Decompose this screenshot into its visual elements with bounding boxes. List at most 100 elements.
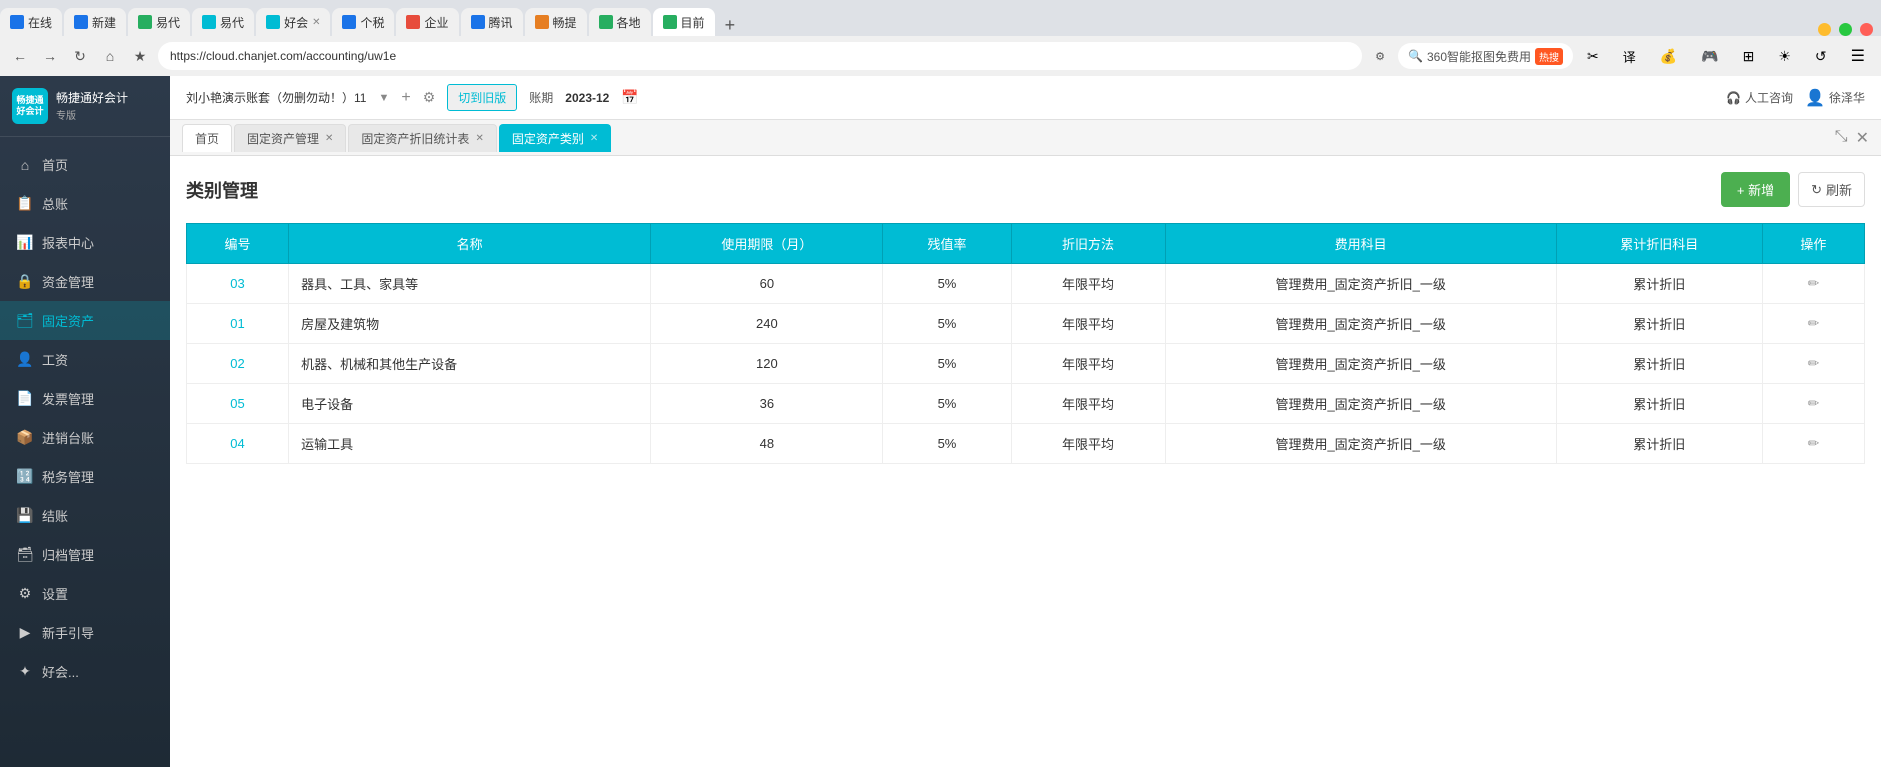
calendar-icon[interactable]: 📅 <box>621 89 638 106</box>
browser-tab-5[interactable]: 好会 ✕ <box>256 8 330 36</box>
page-tabs: 首页 固定资产管理 ✕ 固定资产折旧统计表 ✕ 固定资产类别 ✕ ⤡ ✕ <box>170 120 1881 156</box>
sidebar-item-settings[interactable]: ⚙ 设置 <box>0 574 170 613</box>
browser-tab-close-5[interactable]: ✕ <box>312 17 320 28</box>
sidebar-item-inventory[interactable]: 📦 进销台账 <box>0 418 170 457</box>
add-button[interactable]: + 新增 <box>1721 172 1790 207</box>
menu-button[interactable]: ☰ <box>1843 43 1873 69</box>
expand-window-icon[interactable]: ⤡ <box>1835 128 1848 148</box>
cell-action-2[interactable]: ✏ <box>1762 344 1864 384</box>
sidebar-item-home[interactable]: ⌂ 首页 <box>0 145 170 184</box>
edit-icon-2[interactable]: ✏ <box>1808 355 1820 371</box>
invoices-icon: 📄 <box>16 390 34 408</box>
edit-icon-4[interactable]: ✏ <box>1808 435 1820 451</box>
more-icon: ✦ <box>16 663 34 681</box>
browser-tab-4[interactable]: 易代 <box>192 8 254 36</box>
th-period: 使用期限（月） <box>651 224 883 264</box>
close-window-icon[interactable]: ✕ <box>1856 128 1869 148</box>
cell-code-1[interactable]: 01 <box>187 304 289 344</box>
edit-icon-3[interactable]: ✏ <box>1808 395 1820 411</box>
sidebar-item-invoices[interactable]: 📄 发票管理 <box>0 379 170 418</box>
edit-icon-1[interactable]: ✏ <box>1808 315 1820 331</box>
table-row: 04 运输工具 48 5% 年限平均 管理费用_固定资产折旧_一级 累计折旧 ✏ <box>187 424 1865 464</box>
wallet-button[interactable]: 💰 <box>1652 45 1685 68</box>
th-method: 折旧方法 <box>1011 224 1165 264</box>
settings-gear-icon[interactable]: ⚙ <box>423 89 436 106</box>
tab-label-10: 各地 <box>617 14 641 31</box>
search-box[interactable]: 🔍 360智能抠图免费用 热搜 <box>1398 43 1573 69</box>
undo-button[interactable]: ↺ <box>1807 45 1835 68</box>
cell-action-3[interactable]: ✏ <box>1762 384 1864 424</box>
browser-tab-10[interactable]: 各地 <box>589 8 651 36</box>
cell-period-3: 36 <box>651 384 883 424</box>
window-minimize[interactable] <box>1818 23 1831 36</box>
sidebar-item-checkout[interactable]: 💾 结账 <box>0 496 170 535</box>
refresh-button[interactable]: ↻ 刷新 <box>1798 172 1865 207</box>
back-button[interactable]: ← <box>8 44 32 68</box>
tab-home[interactable]: 首页 <box>182 124 232 152</box>
tab-depreciation-close[interactable]: ✕ <box>475 133 483 144</box>
sidebar-item-reports[interactable]: 📊 报表中心 <box>0 223 170 262</box>
tab-depreciation[interactable]: 固定资产折旧统计表 ✕ <box>348 124 496 152</box>
browser-tab-9[interactable]: 畅提 <box>525 8 587 36</box>
browser-tab-2[interactable]: 新建 <box>64 8 126 36</box>
extensions-button[interactable]: ⚙ <box>1368 44 1392 68</box>
browser-tab-3[interactable]: 易代 <box>128 8 190 36</box>
address-bar[interactable] <box>158 42 1362 70</box>
grid-button[interactable]: ⊞ <box>1735 45 1763 68</box>
cell-code-2[interactable]: 02 <box>187 344 289 384</box>
cell-action-1[interactable]: ✏ <box>1762 304 1864 344</box>
sidebar-item-tax[interactable]: 🔢 税务管理 <box>0 457 170 496</box>
user-avatar[interactable]: 👤 徐泽华 <box>1805 88 1865 108</box>
switch-version-button[interactable]: 切到旧版 <box>447 84 517 111</box>
sidebar-item-fixed-assets[interactable]: 🗂 固定资产 <box>0 301 170 340</box>
brightness-button[interactable]: ☀ <box>1770 45 1799 68</box>
cell-method-0: 年限平均 <box>1011 264 1165 304</box>
sidebar-label-funds: 资金管理 <box>42 272 94 291</box>
tab-category[interactable]: 固定资产类别 ✕ <box>499 124 611 152</box>
new-tab-button[interactable]: + <box>721 15 740 36</box>
user-dropdown-icon[interactable]: ▼ <box>378 92 389 104</box>
fixed-assets-icon: 🗂 <box>16 312 34 330</box>
cell-code-4[interactable]: 04 <box>187 424 289 464</box>
reload-button[interactable]: ↻ <box>68 44 92 68</box>
logo-icon: 畅捷通好会计 <box>12 88 48 124</box>
tab-label-8: 腾讯 <box>489 14 513 31</box>
cell-code-0[interactable]: 03 <box>187 264 289 304</box>
browser-tab-11[interactable]: 目前 <box>653 8 715 36</box>
sidebar-item-payroll[interactable]: 👤 工资 <box>0 340 170 379</box>
tab-asset-mgmt[interactable]: 固定资产管理 ✕ <box>234 124 346 152</box>
sidebar-item-archive[interactable]: 🗃 归档管理 <box>0 535 170 574</box>
bookmark-button[interactable]: ★ <box>128 44 152 68</box>
sidebar-item-funds[interactable]: 🔒 资金管理 <box>0 262 170 301</box>
sidebar-item-guide[interactable]: ▶ 新手引导 <box>0 613 170 652</box>
tab-category-close[interactable]: ✕ <box>590 133 598 144</box>
browser-tab-8[interactable]: 腾讯 <box>461 8 523 36</box>
window-close[interactable] <box>1860 23 1873 36</box>
home-button[interactable]: ⌂ <box>98 44 122 68</box>
window-maximize[interactable] <box>1839 23 1852 36</box>
archive-icon: 🗃 <box>16 546 34 564</box>
sidebar-item-ledger[interactable]: 📋 总账 <box>0 184 170 223</box>
browser-tab-1[interactable]: 在线 <box>0 8 62 36</box>
edit-icon-0[interactable]: ✏ <box>1808 275 1820 291</box>
cut-button[interactable]: ✂ <box>1579 45 1607 68</box>
tab-asset-mgmt-close[interactable]: ✕ <box>325 133 333 144</box>
cell-action-4[interactable]: ✏ <box>1762 424 1864 464</box>
game-button[interactable]: 🎮 <box>1693 45 1726 68</box>
tab-icon-2 <box>74 15 88 29</box>
inventory-icon: 📦 <box>16 429 34 447</box>
plus-icon[interactable]: + <box>401 89 410 107</box>
translate-button[interactable]: 译 <box>1615 44 1644 69</box>
browser-tab-7[interactable]: 企业 <box>396 8 458 36</box>
checkout-icon: 💾 <box>16 507 34 525</box>
sidebar-item-more[interactable]: ✦ 好会... <box>0 652 170 691</box>
tab-label-5: 好会 <box>284 14 308 31</box>
cell-code-3[interactable]: 05 <box>187 384 289 424</box>
cell-action-0[interactable]: ✏ <box>1762 264 1864 304</box>
forward-button[interactable]: → <box>38 44 62 68</box>
tab-icon-4 <box>202 15 216 29</box>
cell-residual-3: 5% <box>883 384 1011 424</box>
support-button[interactable]: 🎧 人工咨询 <box>1726 89 1793 106</box>
sidebar-label-tax: 税务管理 <box>42 467 94 486</box>
browser-tab-6[interactable]: 个税 <box>332 8 394 36</box>
